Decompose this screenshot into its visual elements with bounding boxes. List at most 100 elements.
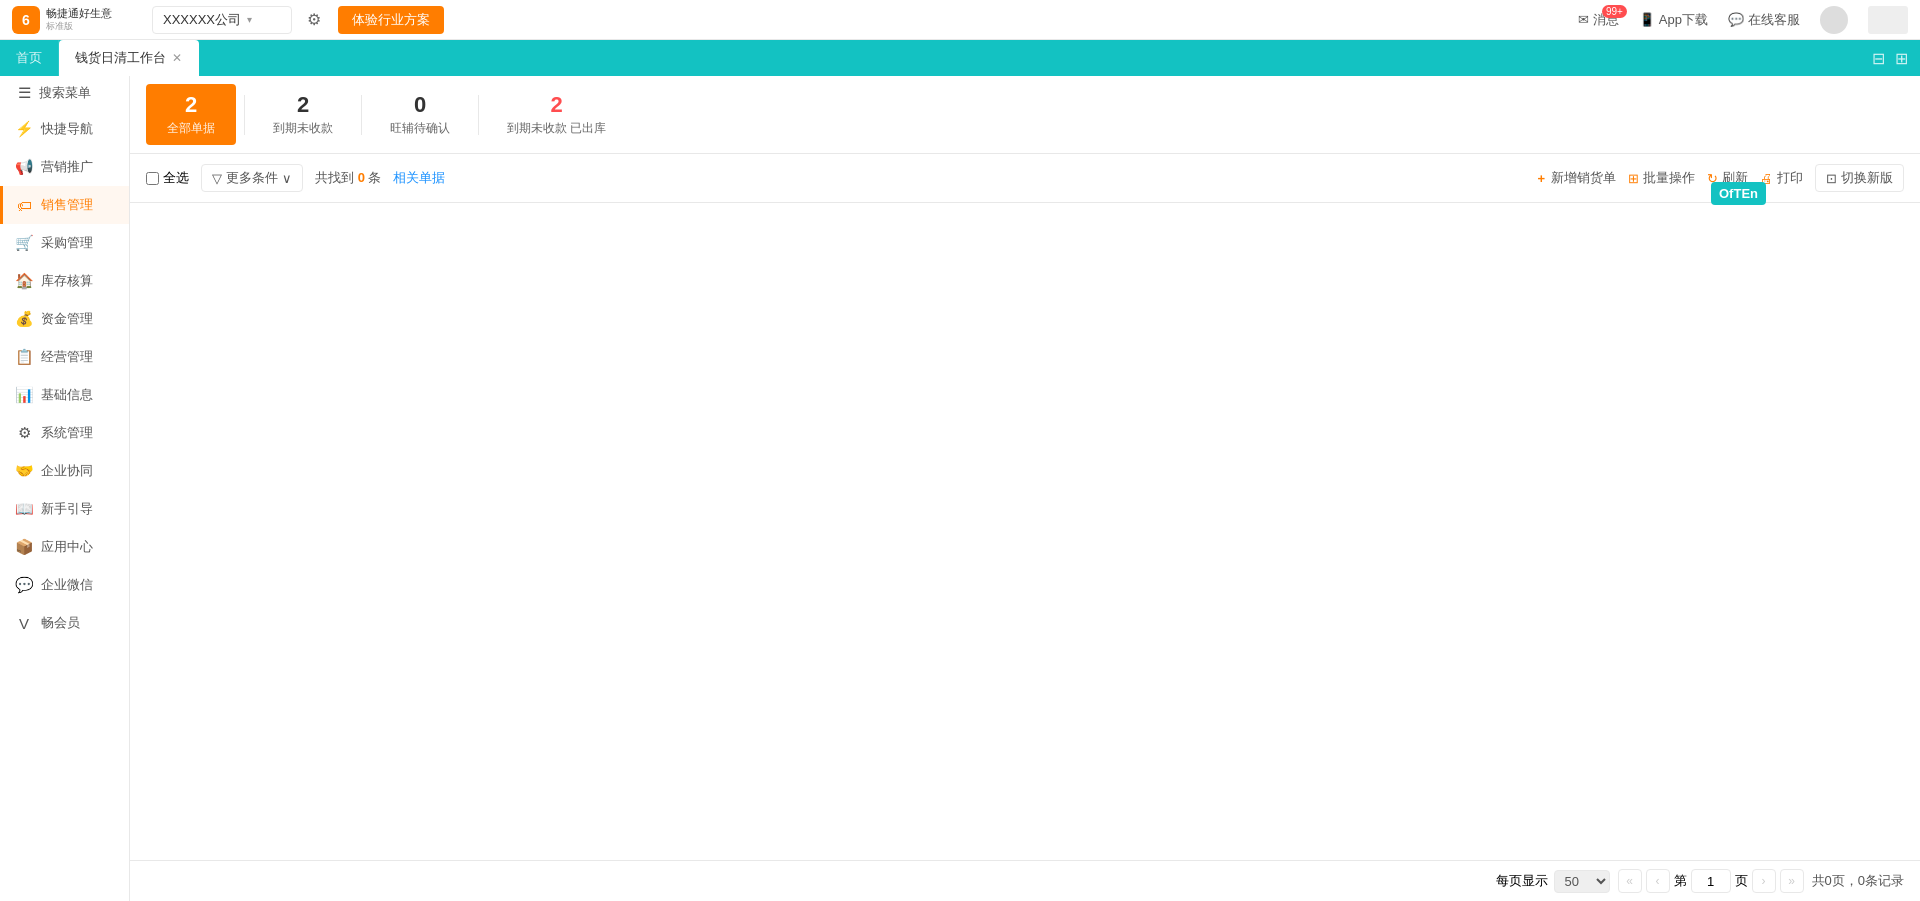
found-count: 0 [358, 170, 365, 185]
operations-icon: 📋 [15, 348, 33, 366]
company-selector[interactable]: XXXXXX公司 ▾ [152, 6, 292, 34]
sidebar-inventory-label: 库存核算 [41, 272, 93, 290]
sidebar-sales-label: 销售管理 [41, 196, 93, 214]
stat-shipped-number: 2 [507, 92, 606, 118]
page-nav: « ‹ 第 页 › » [1618, 869, 1804, 893]
first-page-btn[interactable]: « [1618, 869, 1642, 893]
sidebar-item-inventory[interactable]: 🏠 库存核算 [0, 262, 129, 300]
found-prefix: 共找到 [315, 170, 354, 185]
sidebar-item-guide[interactable]: 📖 新手引导 [0, 490, 129, 528]
message-item[interactable]: ✉ 消息 99+ [1578, 11, 1619, 29]
next-page-btn[interactable]: › [1752, 869, 1776, 893]
page-total: 共0页，0条记录 [1812, 872, 1904, 890]
minimize-icon[interactable]: ⊟ [1872, 49, 1885, 68]
app-download-icon: 📱 [1639, 12, 1655, 27]
sidebar-app-center-label: 应用中心 [41, 538, 93, 556]
sidebar-item-sales[interactable]: 🏷 销售管理 [0, 186, 129, 224]
tab-work-bench-label: 钱货日清工作台 [75, 49, 166, 67]
sidebar-item-base-info[interactable]: 📊 基础信息 [0, 376, 129, 414]
tab-home-label: 首页 [16, 49, 42, 67]
sidebar-base-info-label: 基础信息 [41, 386, 93, 404]
empty-state [130, 203, 1920, 860]
user-name-placeholder [1868, 6, 1908, 34]
page-size-label: 每页显示 [1496, 872, 1548, 890]
sidebar-purchase-label: 采购管理 [41, 234, 93, 252]
message-icon: ✉ [1578, 12, 1589, 27]
sidebar-item-marketing[interactable]: 📢 营销推广 [0, 148, 129, 186]
sidebar-finance-label: 资金管理 [41, 310, 93, 328]
sidebar-item-finance[interactable]: 💰 资金管理 [0, 300, 129, 338]
quick-nav-icon: ⚡ [15, 120, 33, 138]
experience-btn[interactable]: 体验行业方案 [338, 6, 444, 34]
sidebar-guide-label: 新手引导 [41, 500, 93, 518]
tab-home[interactable]: 首页 [0, 40, 59, 76]
main-layout: ☰ 搜索菜单 ⚡ 快捷导航 📢 营销推广 🏷 销售管理 🛒 采购管理 🏠 库存核… [0, 76, 1920, 901]
print-btn[interactable]: 🖨 打印 [1760, 169, 1803, 187]
sidebar-marketing-label: 营销推广 [41, 158, 93, 176]
prev-page-btn[interactable]: ‹ [1646, 869, 1670, 893]
select-all-input[interactable] [146, 172, 159, 185]
tab-work-bench[interactable]: 钱货日清工作台 ✕ [59, 40, 199, 76]
filter-chevron-icon: ∨ [282, 171, 292, 186]
logo-icon: 6 [12, 6, 40, 34]
stat-overdue-number: 2 [273, 92, 333, 118]
sidebar: ☰ 搜索菜单 ⚡ 快捷导航 📢 营销推广 🏷 销售管理 🛒 采购管理 🏠 库存核… [0, 76, 130, 901]
related-docs-link[interactable]: 相关单据 [393, 169, 445, 187]
finance-icon: 💰 [15, 310, 33, 328]
sidebar-system-label: 系统管理 [41, 424, 93, 442]
found-unit: 条 [368, 170, 381, 185]
sidebar-search-label: 搜索菜单 [39, 84, 91, 102]
page-input[interactable] [1691, 869, 1731, 893]
sidebar-item-purchase[interactable]: 🛒 采购管理 [0, 224, 129, 262]
batch-label: 批量操作 [1643, 169, 1695, 187]
message-badge: 99+ [1602, 5, 1627, 18]
stat-tab-all[interactable]: 2 全部单据 [146, 84, 236, 145]
stat-tab-shipped[interactable]: 2 到期未收款 已出库 [487, 84, 626, 145]
stats-tabs: 2 全部单据 2 到期未收款 0 旺辅待确认 2 到期未收款 已出库 [146, 76, 626, 153]
sidebar-item-app-center[interactable]: 📦 应用中心 [0, 528, 129, 566]
pagination: 每页显示 10 20 50 100 « ‹ 第 页 › » 共0页，0条记录 [130, 860, 1920, 901]
maximize-icon[interactable]: ⊞ [1895, 49, 1908, 68]
select-all-checkbox[interactable]: 全选 [146, 169, 189, 187]
toolbar: 全选 ▽ 更多条件 ∨ 共找到 0 条 相关单据 + 新增销货单 ⊞ [130, 154, 1920, 203]
sidebar-wechat-label: 企业微信 [41, 576, 93, 594]
marketing-icon: 📢 [15, 158, 33, 176]
page-size-selector: 每页显示 10 20 50 100 [1496, 870, 1610, 893]
stat-tab-pending[interactable]: 0 旺辅待确认 [370, 84, 470, 145]
top-right-actions: ✉ 消息 99+ 📱 App下载 💬 在线客服 [1578, 6, 1908, 34]
sidebar-item-search[interactable]: ☰ 搜索菜单 [0, 76, 129, 110]
batch-operation-btn[interactable]: ⊞ 批量操作 [1628, 169, 1695, 187]
stat-all-number: 2 [166, 92, 216, 118]
online-service-label: 在线客服 [1748, 11, 1800, 29]
settings-icon[interactable]: ⚙ [300, 6, 328, 34]
nav-tabs: 首页 钱货日清工作台 ✕ ⊟ ⊞ [0, 40, 1920, 76]
avatar[interactable] [1820, 6, 1848, 34]
stat-divider-3 [478, 95, 479, 135]
add-sales-order-btn[interactable]: + 新增销货单 [1537, 169, 1616, 187]
online-service-item[interactable]: 💬 在线客服 [1728, 11, 1800, 29]
last-page-btn[interactable]: » [1780, 869, 1804, 893]
sidebar-item-wechat[interactable]: 💬 企业微信 [0, 566, 129, 604]
app-center-icon: 📦 [15, 538, 33, 556]
sidebar-item-system[interactable]: ⚙ 系统管理 [0, 414, 129, 452]
sales-icon: 🏷 [15, 196, 33, 214]
sidebar-item-operations[interactable]: 📋 经营管理 [0, 338, 129, 376]
add-label: 新增销货单 [1551, 169, 1616, 187]
page-size-select[interactable]: 10 20 50 100 [1554, 870, 1610, 893]
sidebar-item-member[interactable]: V 畅会员 [0, 604, 129, 642]
app-download-item[interactable]: 📱 App下载 [1639, 11, 1708, 29]
sidebar-item-enterprise[interactable]: 🤝 企业协同 [0, 452, 129, 490]
filter-label: 更多条件 [226, 169, 278, 187]
stat-overdue-label: 到期未收款 [273, 120, 333, 137]
logo-area: 6 畅捷通好生意 标准版 [12, 6, 142, 34]
inventory-icon: 🏠 [15, 272, 33, 290]
sidebar-item-quick-nav[interactable]: ⚡ 快捷导航 [0, 110, 129, 148]
found-text: 共找到 0 条 [315, 169, 381, 187]
nav-tab-actions: ⊟ ⊞ [1860, 49, 1920, 68]
filter-btn[interactable]: ▽ 更多条件 ∨ [201, 164, 303, 192]
search-icon: ☰ [15, 84, 33, 102]
tab-close-icon[interactable]: ✕ [172, 51, 182, 65]
switch-new-version-btn[interactable]: ⊡ 切换新版 [1815, 164, 1904, 192]
select-all-label: 全选 [163, 169, 189, 187]
stat-tab-overdue[interactable]: 2 到期未收款 [253, 84, 353, 145]
